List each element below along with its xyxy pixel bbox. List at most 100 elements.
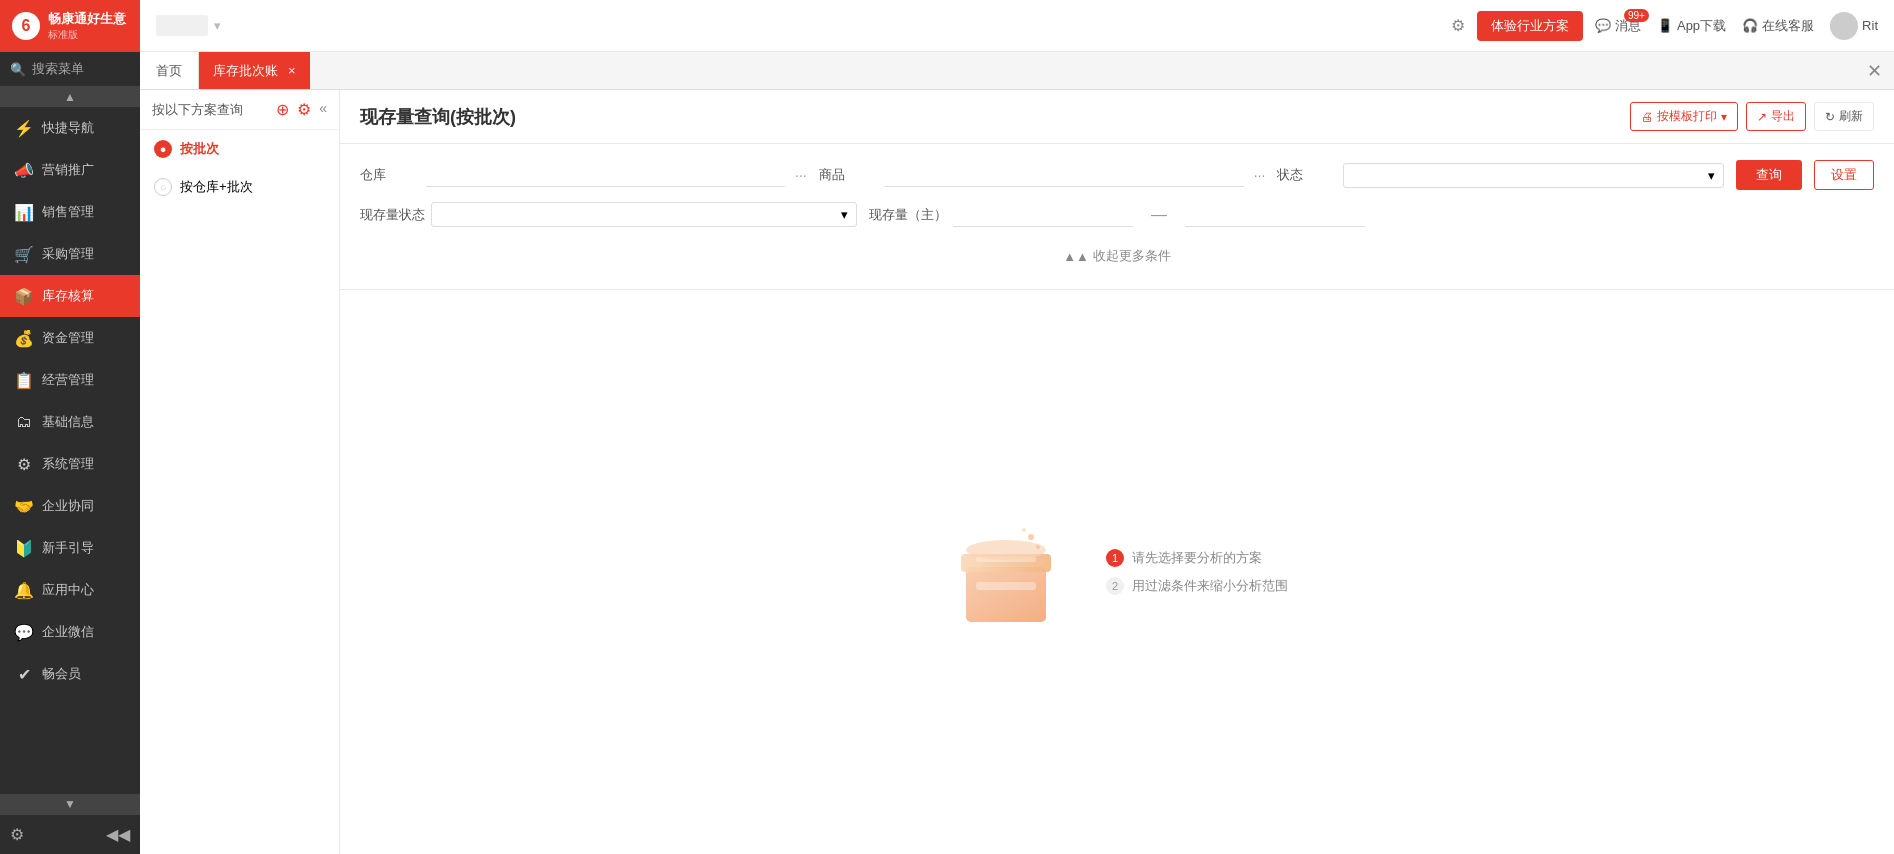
stock-qty-from[interactable] [953, 203, 1133, 227]
export-btn[interactable]: ↗ 导出 [1746, 102, 1806, 131]
left-panel-title: 按以下方案查询 [152, 101, 243, 119]
plan-item-warehouse-batch[interactable]: ○ 按仓库+批次 [140, 168, 339, 206]
app-download-btn[interactable]: 📱 App下载 [1657, 17, 1726, 35]
collapse-left-panel-btn[interactable]: « [319, 100, 327, 119]
svg-point-7 [1022, 528, 1026, 532]
sidebar-item-operations[interactable]: 📋 经营管理 [0, 359, 140, 401]
hint-item-2: 2 用过滤条件来缩小分析范围 [1106, 577, 1288, 595]
hint-text-2: 用过滤条件来缩小分析范围 [1132, 577, 1288, 595]
tabbar-close-icon[interactable]: ✕ [1863, 56, 1886, 86]
warehouse-more-icon[interactable]: ··· [795, 167, 807, 183]
app-download-label: App下载 [1677, 17, 1726, 35]
product-label: 商品 [819, 166, 879, 184]
sidebar-item-inventory[interactable]: 📦 库存核算 [0, 275, 140, 317]
search-menu[interactable]: 🔍 搜索菜单 [0, 52, 140, 87]
stock-status-label: 现存量状态 [360, 206, 425, 224]
sidebar: 6 畅康通好生意 标准版 🔍 搜索菜单 ▲ ⚡ 快捷导航 📣 营销推广 📊 销售… [0, 0, 140, 854]
page-title-bar: 现存量查询(按批次) 🖨 按模板打印 ▾ ↗ 导出 ↻ 刷新 [340, 90, 1894, 144]
sidebar-item-newbie[interactable]: 🔰 新手引导 [0, 527, 140, 569]
left-panel-actions: ⊕ ⚙ « [276, 100, 327, 119]
sidebar-scroll-up[interactable]: ▲ [0, 87, 140, 107]
sidebar-item-label: 新手引导 [42, 539, 94, 557]
sidebar-item-appstore[interactable]: 🔔 应用中心 [0, 569, 140, 611]
collapse-filter-btn[interactable]: ▲▲ 收起更多条件 [360, 239, 1874, 273]
topbar-settings-icon[interactable]: ⚙ [1451, 16, 1465, 35]
sidebar-item-label: 库存核算 [42, 287, 94, 305]
sidebar-item-label: 系统管理 [42, 455, 94, 473]
hint-num-2: 2 [1106, 577, 1124, 595]
stock-status-select[interactable]: ▾ [431, 202, 857, 227]
tab-inventory-batch[interactable]: 库存批次账 × [199, 52, 310, 89]
print-btn[interactable]: 🖨 按模板打印 ▾ [1630, 102, 1738, 131]
tab-close-btn[interactable]: × [288, 63, 296, 78]
filter-status: 状态 ▾ [1277, 163, 1724, 188]
sidebar-item-label: 采购管理 [42, 245, 94, 263]
message-btn[interactable]: 💬 消息 99+ [1595, 17, 1641, 35]
add-plan-btn[interactable]: ⊕ [276, 100, 289, 119]
sidebar-item-system[interactable]: ⚙ 系统管理 [0, 443, 140, 485]
online-service-btn[interactable]: 🎧 在线客服 [1742, 17, 1814, 35]
stock-qty-to[interactable] [1185, 203, 1365, 227]
breadcrumb-dropdown-icon[interactable]: ▾ [214, 18, 221, 33]
app-version: 标准版 [48, 28, 126, 42]
plan-settings-btn[interactable]: ⚙ [297, 100, 311, 119]
sidebar-item-label: 基础信息 [42, 413, 94, 431]
sidebar-item-label: 企业微信 [42, 623, 94, 641]
phone-icon: 📱 [1657, 18, 1673, 33]
query-btn[interactable]: 查询 [1736, 160, 1802, 190]
member-icon: ✔ [14, 664, 34, 684]
basics-icon: 🗂 [14, 412, 34, 432]
user-name: Rit [1862, 18, 1878, 33]
product-input[interactable] [885, 163, 1244, 187]
sidebar-item-member[interactable]: ✔ 畅会员 [0, 653, 140, 695]
finance-icon: 💰 [14, 328, 34, 348]
plan-item-batch[interactable]: ● 按批次 [140, 130, 339, 168]
tab-home[interactable]: 首页 [140, 52, 199, 89]
sidebar-footer: ⚙ ◀◀ [0, 814, 140, 854]
sidebar-item-sales[interactable]: 📊 销售管理 [0, 191, 140, 233]
sidebar-item-wechat[interactable]: 💬 企业微信 [0, 611, 140, 653]
refresh-btn[interactable]: ↻ 刷新 [1814, 102, 1874, 131]
settings-btn[interactable]: 设置 [1814, 160, 1874, 190]
marketing-icon: 📣 [14, 160, 34, 180]
sidebar-item-finance[interactable]: 💰 资金管理 [0, 317, 140, 359]
topbar-right: 💬 消息 99+ 📱 App下载 🎧 在线客服 Rit [1595, 12, 1878, 40]
tab-active-label: 库存批次账 [213, 62, 278, 80]
warehouse-input[interactable] [426, 163, 785, 187]
sidebar-scroll-down[interactable]: ▼ [0, 794, 140, 814]
settings-footer-icon[interactable]: ⚙ [10, 825, 24, 844]
sidebar-item-basics[interactable]: 🗂 基础信息 [0, 401, 140, 443]
filter-warehouse: 仓库 ··· [360, 163, 807, 187]
warehouse-label: 仓库 [360, 166, 420, 184]
sidebar-item-label: 销售管理 [42, 203, 94, 221]
page-actions: 🖨 按模板打印 ▾ ↗ 导出 ↻ 刷新 [1630, 102, 1874, 131]
app-name: 畅康通好生意 [48, 10, 126, 28]
svg-rect-0 [966, 567, 1046, 622]
product-more-icon[interactable]: ··· [1254, 167, 1266, 183]
status-select[interactable]: ▾ [1343, 163, 1724, 188]
page-title: 现存量查询(按批次) [360, 105, 516, 129]
online-service-label: 在线客服 [1762, 17, 1814, 35]
sidebar-header: 6 畅康通好生意 标准版 [0, 0, 140, 52]
user-profile-btn[interactable]: Rit [1830, 12, 1878, 40]
sidebar-item-enterprise[interactable]: 🤝 企业协同 [0, 485, 140, 527]
sidebar-item-label: 经营管理 [42, 371, 94, 389]
svg-point-5 [1028, 534, 1034, 540]
service-icon: 🎧 [1742, 18, 1758, 33]
main-area: ▾ ⚙ 体验行业方案 💬 消息 99+ 📱 App下载 🎧 在线客服 Rit [140, 0, 1894, 854]
app-title-block: 畅康通好生意 标准版 [48, 10, 126, 42]
tab-home-label: 首页 [156, 62, 182, 80]
sidebar-item-label: 营销推广 [42, 161, 94, 179]
right-content: 现存量查询(按批次) 🖨 按模板打印 ▾ ↗ 导出 ↻ 刷新 [340, 90, 1894, 854]
collapse-sidebar-icon[interactable]: ◀◀ [106, 825, 130, 844]
sidebar-item-marketing[interactable]: 📣 营销推广 [0, 149, 140, 191]
content-wrapper: 按以下方案查询 ⊕ ⚙ « ● 按批次 ○ 按仓库+批次 现存量查询(按批次) [140, 90, 1894, 854]
sidebar-item-label: 企业协同 [42, 497, 94, 515]
sidebar-item-purchase[interactable]: 🛒 采购管理 [0, 233, 140, 275]
sidebar-item-shortcut[interactable]: ⚡ 快捷导航 [0, 107, 140, 149]
print-dropdown-icon[interactable]: ▾ [1721, 110, 1727, 124]
filter-stock-status: 现存量状态 ▾ [360, 202, 857, 227]
trial-btn[interactable]: 体验行业方案 [1477, 11, 1583, 41]
svg-point-6 [1036, 545, 1040, 549]
export-label: 导出 [1771, 108, 1795, 125]
